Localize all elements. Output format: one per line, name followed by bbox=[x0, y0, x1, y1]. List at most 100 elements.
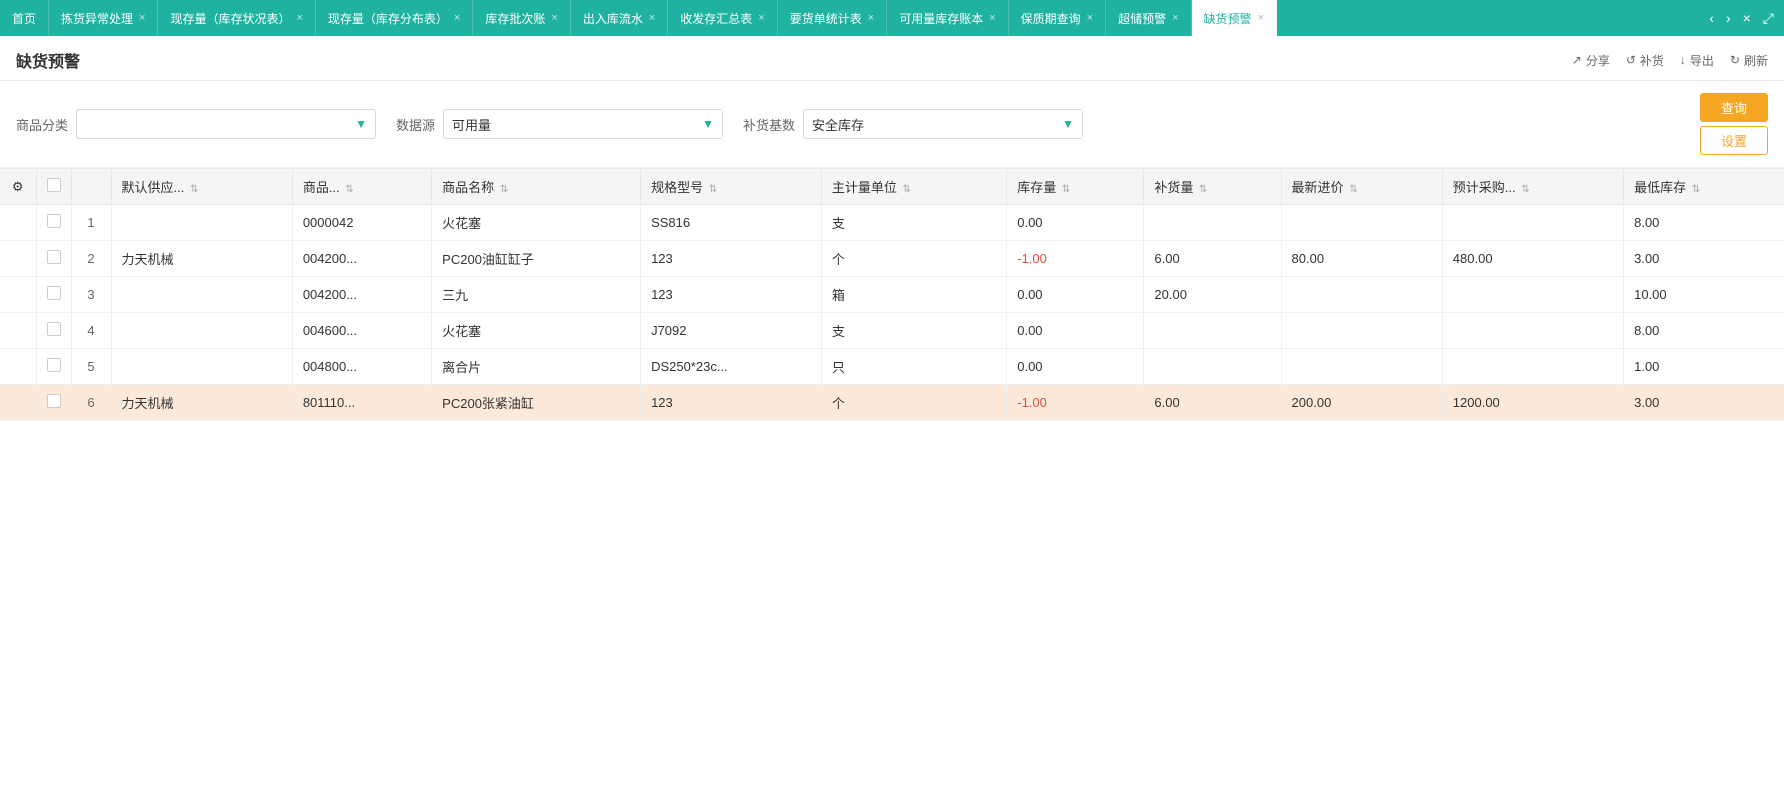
col-checkbox[interactable] bbox=[36, 169, 71, 205]
row-spec: DS250*23c... bbox=[641, 349, 822, 385]
row-checkbox[interactable] bbox=[47, 394, 61, 408]
tab-inventory-dist[interactable]: 现存量（库存分布表） × bbox=[316, 0, 473, 36]
tab-bar: 首页 拣货异常处理 × 现存量（库存状况表） × 现存量（库存分布表） × 库存… bbox=[0, 0, 1784, 36]
min-stock-sort-icon: ⇅ bbox=[1692, 184, 1700, 195]
row-checkbox-cell[interactable] bbox=[36, 205, 71, 241]
tab-close-expiry-query[interactable]: × bbox=[1087, 12, 1093, 24]
tab-prev-button[interactable]: ‹ bbox=[1703, 10, 1720, 26]
row-settings-cell bbox=[0, 349, 36, 385]
tab-closeall-button[interactable]: × bbox=[1737, 10, 1757, 26]
tab-receipt-summary[interactable]: 收发存汇总表 × bbox=[668, 0, 777, 36]
row-latest-price bbox=[1281, 349, 1442, 385]
col-product-name[interactable]: 商品名称 ⇅ bbox=[432, 169, 641, 205]
table-row: 4 004600... 火花塞 J7092 支 0.00 8.00 bbox=[0, 313, 1784, 349]
tab-next-button[interactable]: › bbox=[1720, 10, 1737, 26]
row-checkbox-cell[interactable] bbox=[36, 313, 71, 349]
row-replenish: 6.00 bbox=[1144, 241, 1281, 277]
row-supplier bbox=[111, 349, 292, 385]
tab-close-shortage[interactable]: × bbox=[1258, 12, 1264, 24]
tab-close-order-stats[interactable]: × bbox=[868, 12, 874, 24]
tab-home[interactable]: 首页 bbox=[0, 0, 49, 36]
replenish-action[interactable]: ↺ 补货 bbox=[1626, 52, 1664, 69]
row-spec: 123 bbox=[641, 277, 822, 313]
tab-close-abnormal[interactable]: × bbox=[139, 12, 145, 24]
tab-abnormal[interactable]: 拣货异常处理 × bbox=[49, 0, 158, 36]
row-supplier bbox=[111, 205, 292, 241]
row-supplier: 力天机械 bbox=[111, 241, 292, 277]
row-min-stock: 3.00 bbox=[1624, 385, 1784, 421]
row-checkbox[interactable] bbox=[47, 286, 61, 300]
row-estimated-purchase bbox=[1442, 205, 1623, 241]
filter-area: 商品分类 ▼ 数据源 可用量 ▼ 补货基数 安全库存 ▼ 查询 设置 bbox=[0, 81, 1784, 168]
share-action[interactable]: ↗ 分享 bbox=[1572, 52, 1610, 69]
tab-close-available-ledger[interactable]: × bbox=[989, 12, 995, 24]
row-no: 3 bbox=[71, 277, 111, 313]
tab-nav-buttons: ‹ › × ⤢ bbox=[1699, 10, 1784, 27]
tab-expiry-query[interactable]: 保质期查询 × bbox=[1009, 0, 1106, 36]
share-icon: ↗ bbox=[1572, 53, 1582, 67]
row-settings-cell bbox=[0, 385, 36, 421]
col-supplier[interactable]: 默认供应... ⇅ bbox=[111, 169, 292, 205]
row-product-code: 801110... bbox=[292, 385, 431, 421]
category-select[interactable]: ▼ bbox=[76, 109, 376, 139]
col-settings[interactable]: ⚙ bbox=[0, 169, 36, 205]
spec-sort-icon: ⇅ bbox=[709, 184, 717, 195]
refresh-action[interactable]: ↻ 刷新 bbox=[1730, 52, 1768, 69]
col-replenish[interactable]: 补货量 ⇅ bbox=[1144, 169, 1281, 205]
row-settings-cell bbox=[0, 313, 36, 349]
datasource-select[interactable]: 可用量 ▼ bbox=[443, 109, 723, 139]
table-header-row: ⚙ 默认供应... ⇅ 商品... ⇅ 商品名称 bbox=[0, 169, 1784, 205]
col-estimated-purchase[interactable]: 预计采购... ⇅ bbox=[1442, 169, 1623, 205]
table-row: 6 力天机械 801110... PC200张紧油缸 123 个 -1.00 6… bbox=[0, 385, 1784, 421]
row-no: 5 bbox=[71, 349, 111, 385]
col-product-code[interactable]: 商品... ⇅ bbox=[292, 169, 431, 205]
row-checkbox[interactable] bbox=[47, 250, 61, 264]
col-spec[interactable]: 规格型号 ⇅ bbox=[641, 169, 822, 205]
export-icon: ↓ bbox=[1680, 53, 1686, 67]
supplier-sort-icon: ⇅ bbox=[190, 184, 198, 195]
row-unit: 个 bbox=[821, 385, 1006, 421]
tab-batch-account[interactable]: 库存批次账 × bbox=[473, 0, 570, 36]
export-action[interactable]: ↓ 导出 bbox=[1680, 52, 1714, 69]
tab-close-inout-flow[interactable]: × bbox=[649, 12, 655, 24]
col-min-stock[interactable]: 最低库存 ⇅ bbox=[1624, 169, 1784, 205]
tab-overstock[interactable]: 超储预警 × bbox=[1106, 0, 1191, 36]
col-stock[interactable]: 库存量 ⇅ bbox=[1007, 169, 1144, 205]
tab-close-inventory-dist[interactable]: × bbox=[454, 12, 460, 24]
tab-close-receipt-summary[interactable]: × bbox=[758, 12, 764, 24]
select-all-checkbox[interactable] bbox=[47, 178, 61, 192]
row-checkbox[interactable] bbox=[47, 358, 61, 372]
tab-close-batch-account[interactable]: × bbox=[551, 12, 557, 24]
row-product-name: PC200张紧油缸 bbox=[432, 385, 641, 421]
tab-inventory-status[interactable]: 现存量（库存状况表） × bbox=[158, 0, 315, 36]
header-actions: ↗ 分享 ↺ 补货 ↓ 导出 ↻ 刷新 bbox=[1572, 52, 1768, 69]
tab-close-inventory-status[interactable]: × bbox=[296, 12, 302, 24]
row-checkbox-cell[interactable] bbox=[36, 349, 71, 385]
col-unit[interactable]: 主计量单位 ⇅ bbox=[821, 169, 1006, 205]
row-checkbox-cell[interactable] bbox=[36, 241, 71, 277]
row-estimated-purchase bbox=[1442, 349, 1623, 385]
row-min-stock: 10.00 bbox=[1624, 277, 1784, 313]
tab-shortage[interactable]: 缺货预警 × bbox=[1192, 0, 1277, 36]
stock-sort-icon: ⇅ bbox=[1062, 184, 1070, 195]
row-stock: 0.00 bbox=[1007, 205, 1144, 241]
row-checkbox-cell[interactable] bbox=[36, 277, 71, 313]
row-checkbox[interactable] bbox=[47, 214, 61, 228]
tab-order-stats[interactable]: 要货单统计表 × bbox=[778, 0, 887, 36]
tab-fullscreen-button[interactable]: ⤢ bbox=[1757, 10, 1780, 27]
col-latest-price[interactable]: 最新进价 ⇅ bbox=[1281, 169, 1442, 205]
table-row: 3 004200... 三九 123 箱 0.00 20.00 10.00 bbox=[0, 277, 1784, 313]
datasource-label: 数据源 bbox=[396, 115, 435, 134]
tab-close-overstock[interactable]: × bbox=[1172, 12, 1178, 24]
row-unit: 支 bbox=[821, 205, 1006, 241]
tab-inout-flow[interactable]: 出入库流水 × bbox=[571, 0, 668, 36]
replenish-basis-select[interactable]: 安全库存 ▼ bbox=[803, 109, 1083, 139]
query-button[interactable]: 查询 bbox=[1700, 93, 1768, 122]
row-checkbox-cell[interactable] bbox=[36, 385, 71, 421]
row-checkbox[interactable] bbox=[47, 322, 61, 336]
tab-available-ledger[interactable]: 可用量库存账本 × bbox=[887, 0, 1008, 36]
settings-button[interactable]: 设置 bbox=[1700, 126, 1768, 155]
refresh-icon: ↻ bbox=[1730, 53, 1740, 67]
row-product-name: 火花塞 bbox=[432, 205, 641, 241]
row-spec: SS816 bbox=[641, 205, 822, 241]
